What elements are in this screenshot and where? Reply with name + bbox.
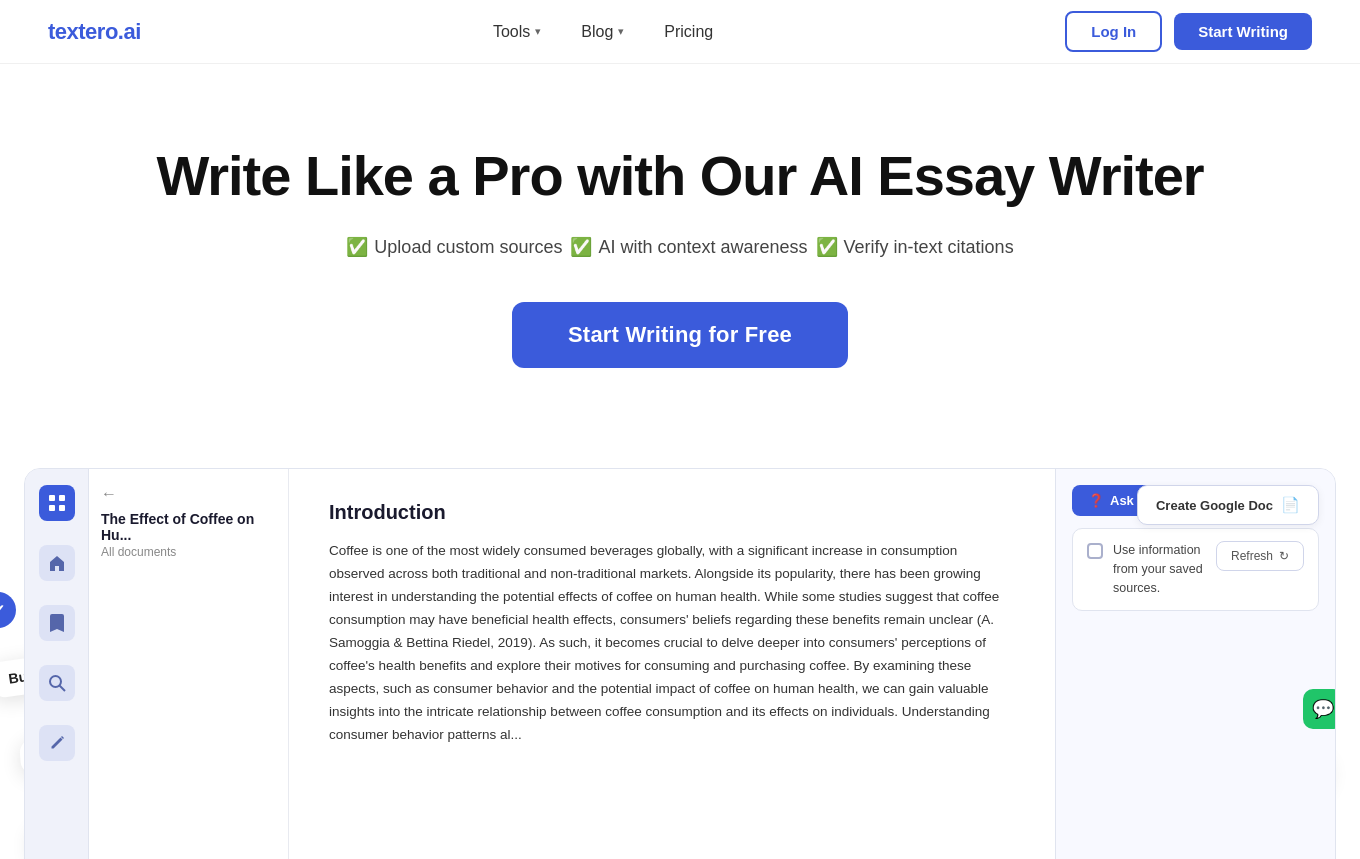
start-writing-button[interactable]: Start Writing — [1174, 13, 1312, 50]
refresh-icon: ↻ — [1279, 549, 1289, 563]
use-info-text: Use information from your saved sources. — [1113, 541, 1206, 597]
check-icon-3: ✅ — [816, 236, 838, 258]
feature-3-label: Verify in-text citations — [844, 237, 1014, 258]
feature-1-label: Upload custom sources — [374, 237, 562, 258]
doc-title: The Effect of Coffee on Hu... — [101, 511, 276, 543]
header: textero.ai Tools ▾ Blog ▾ Pricing Log In… — [0, 0, 1360, 64]
svg-rect-3 — [59, 505, 65, 511]
svg-rect-2 — [49, 505, 55, 511]
app-main-content: Introduction Coffee is one of the most w… — [289, 469, 1055, 859]
hero-title: Write Like a Pro with Our AI Essay Write… — [48, 144, 1312, 208]
nav-actions: Log In Start Writing — [1065, 11, 1312, 52]
nav-blog[interactable]: Blog ▾ — [577, 15, 628, 49]
ask-ai-icon: ❓ — [1088, 493, 1104, 508]
hero-section: Write Like a Pro with Our AI Essay Write… — [0, 64, 1360, 428]
sidebar-icon-home[interactable] — [39, 545, 75, 581]
hero-cta-button[interactable]: Start Writing for Free — [512, 302, 848, 368]
chat-icon-button[interactable]: 💬 — [1303, 689, 1336, 729]
refresh-button[interactable]: Refresh ↻ — [1216, 541, 1304, 571]
sidebar-icon-bookmark[interactable] — [39, 605, 75, 641]
panel-use-info-option: Use information from your saved sources.… — [1072, 528, 1319, 610]
logo-text-blue: .ai — [118, 19, 141, 44]
feature-3: ✅ Verify in-text citations — [816, 236, 1014, 258]
chat-bubble-icon: 💬 — [1312, 698, 1334, 720]
tools-label: Tools — [493, 23, 530, 41]
pricing-label: Pricing — [664, 23, 713, 41]
login-button[interactable]: Log In — [1065, 11, 1162, 52]
logo-text-black: textero — [48, 19, 118, 44]
doc-nav: ← The Effect of Coffee on Hu... All docu… — [89, 469, 289, 859]
sidebar-icon-edit[interactable] — [39, 725, 75, 761]
app-sidebar — [25, 469, 89, 859]
content-heading: Introduction — [329, 501, 1015, 524]
create-google-doc-label: Create Google Doc — [1156, 498, 1273, 513]
check-circle-badge: ✓ — [0, 592, 16, 628]
content-body: Coffee is one of the most widely consume… — [329, 540, 1015, 746]
create-google-doc-button[interactable]: Create Google Doc 📄 — [1137, 485, 1319, 525]
feature-2-label: AI with context awareness — [598, 237, 807, 258]
tools-chevron-icon: ▾ — [535, 25, 541, 38]
back-arrow-icon: ← — [101, 485, 117, 503]
logo[interactable]: textero.ai — [48, 19, 141, 45]
doc-back-button[interactable]: ← — [101, 485, 276, 503]
doc-icon: 📄 — [1281, 496, 1300, 514]
use-info-label: Use information from your saved sources. — [1113, 543, 1203, 595]
blog-label: Blog — [581, 23, 613, 41]
sidebar-icon-search[interactable] — [39, 665, 75, 701]
hero-features: ✅ Upload custom sources ✅ AI with contex… — [48, 236, 1312, 258]
feature-2: ✅ AI with context awareness — [570, 236, 807, 258]
svg-rect-1 — [59, 495, 65, 501]
svg-point-4 — [50, 676, 61, 687]
check-icon-1: ✅ — [346, 236, 368, 258]
nav-tools[interactable]: Tools ▾ — [489, 15, 545, 49]
sidebar-icon-grid[interactable] — [39, 485, 75, 521]
app-right-panel: ❓ Ask AI 📚 Sources Use information from … — [1055, 469, 1335, 859]
refresh-label: Refresh — [1231, 549, 1273, 563]
use-info-checkbox[interactable] — [1087, 543, 1103, 559]
nav-pricing[interactable]: Pricing — [660, 15, 717, 49]
doc-subtitle: All documents — [101, 545, 276, 559]
app-preview-section: ✓ Built-in AI detector Safe for academic… — [0, 468, 1360, 859]
main-nav: Tools ▾ Blog ▾ Pricing — [489, 15, 717, 49]
feature-1: ✅ Upload custom sources — [346, 236, 562, 258]
blog-chevron-icon: ▾ — [618, 25, 624, 38]
app-window: Create Google Doc 📄 💬 — [24, 468, 1336, 859]
check-icon-2: ✅ — [570, 236, 592, 258]
svg-rect-0 — [49, 495, 55, 501]
svg-line-5 — [59, 686, 65, 692]
